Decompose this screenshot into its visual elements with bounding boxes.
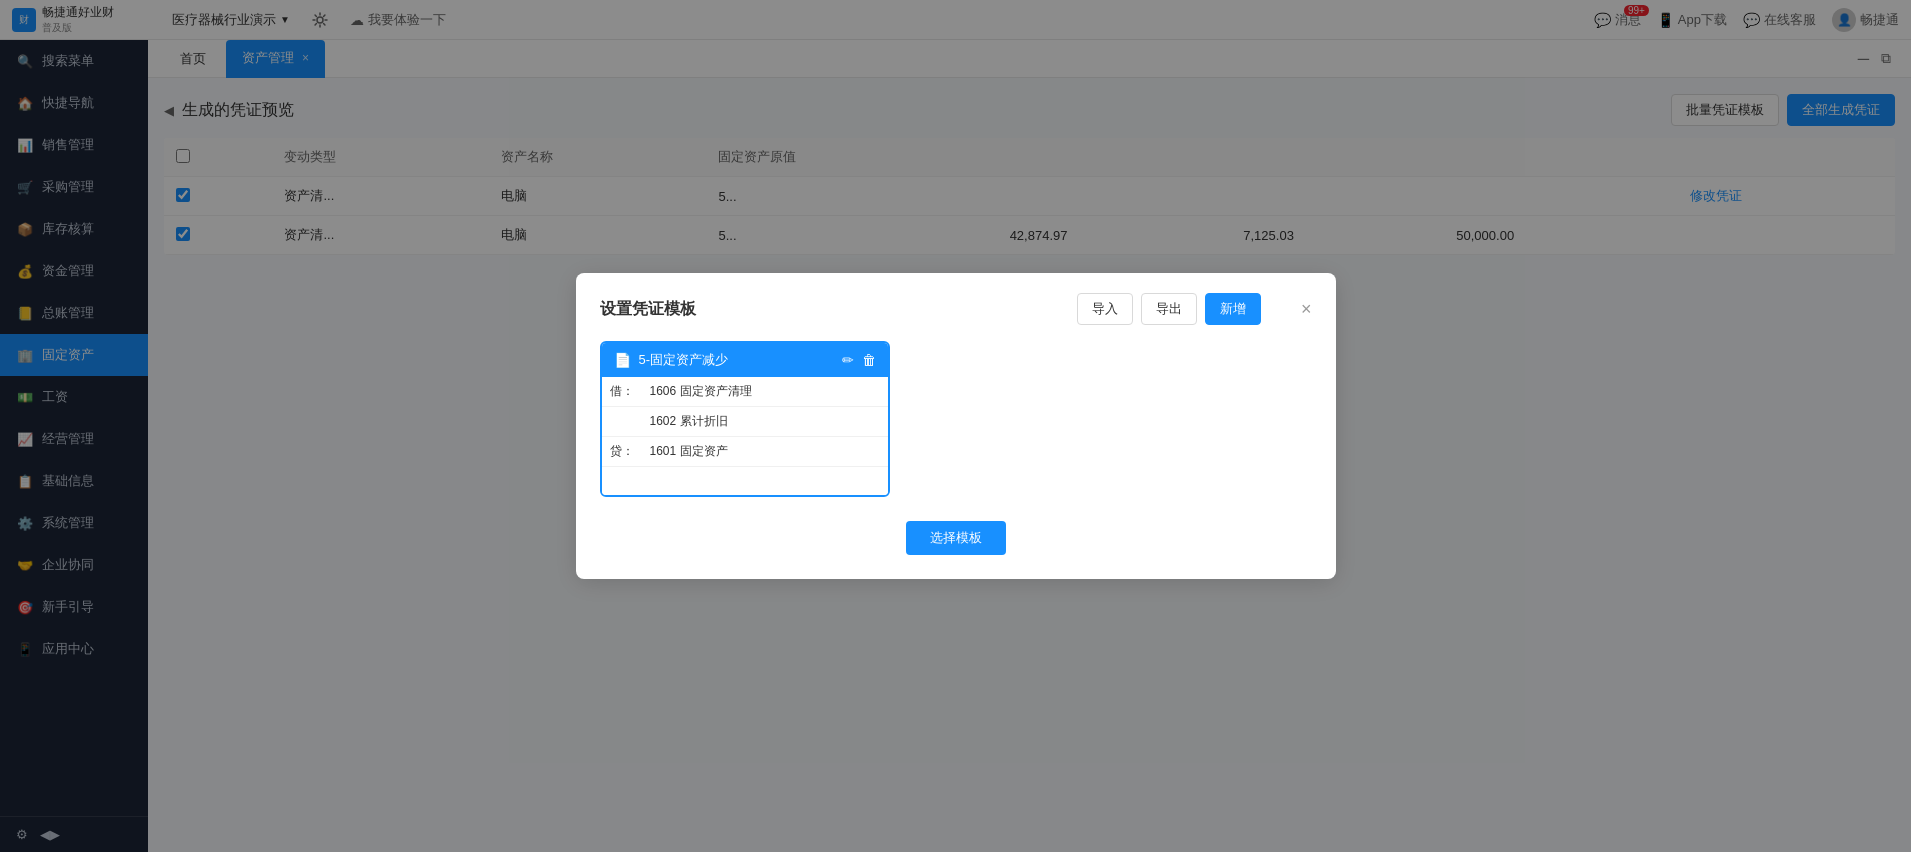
dialog-overlay: 设置凭证模板 导入 导出 新增 × 📄 5-固定资产减少 ✏ 🗑 [0, 0, 1911, 852]
dialog-toolbar: 导入 导出 新增 [1077, 293, 1261, 325]
select-template-area: 选择模板 [600, 521, 1312, 555]
template-entry-row: 借： 1606 固定资产清理 [602, 377, 888, 407]
dialog-close-button[interactable]: × [1301, 299, 1312, 320]
set-voucher-template-dialog: 设置凭证模板 导入 导出 新增 × 📄 5-固定资产减少 ✏ 🗑 [576, 273, 1336, 579]
template-card: 📄 5-固定资产减少 ✏ 🗑 借： 1606 固定资产清理 [600, 341, 890, 497]
template-entry-row: 贷： 1601 固定资产 [602, 437, 888, 467]
delete-template-button[interactable]: 🗑 [862, 352, 876, 368]
template-card-body: 借： 1606 固定资产清理 1602 累计折旧 贷： [602, 377, 888, 495]
export-button[interactable]: 导出 [1141, 293, 1197, 325]
import-button[interactable]: 导入 [1077, 293, 1133, 325]
edit-template-button[interactable]: ✏ [842, 352, 854, 368]
dialog-header: 设置凭证模板 导入 导出 新增 × [576, 273, 1336, 341]
dialog-title: 设置凭证模板 [600, 299, 696, 320]
template-entries-table: 借： 1606 固定资产清理 1602 累计折旧 贷： [602, 377, 888, 495]
template-entry-row-empty [602, 467, 888, 495]
template-icon: 📄 [614, 352, 631, 368]
dialog-body: 📄 5-固定资产减少 ✏ 🗑 借： 1606 固定资产清理 [576, 341, 1336, 579]
template-card-actions: ✏ 🗑 [842, 352, 876, 368]
template-name: 5-固定资产减少 [639, 351, 834, 369]
template-entry-row: 1602 累计折旧 [602, 407, 888, 437]
new-template-button[interactable]: 新增 [1205, 293, 1261, 325]
template-card-header: 📄 5-固定资产减少 ✏ 🗑 [602, 343, 888, 377]
select-template-button[interactable]: 选择模板 [906, 521, 1006, 555]
